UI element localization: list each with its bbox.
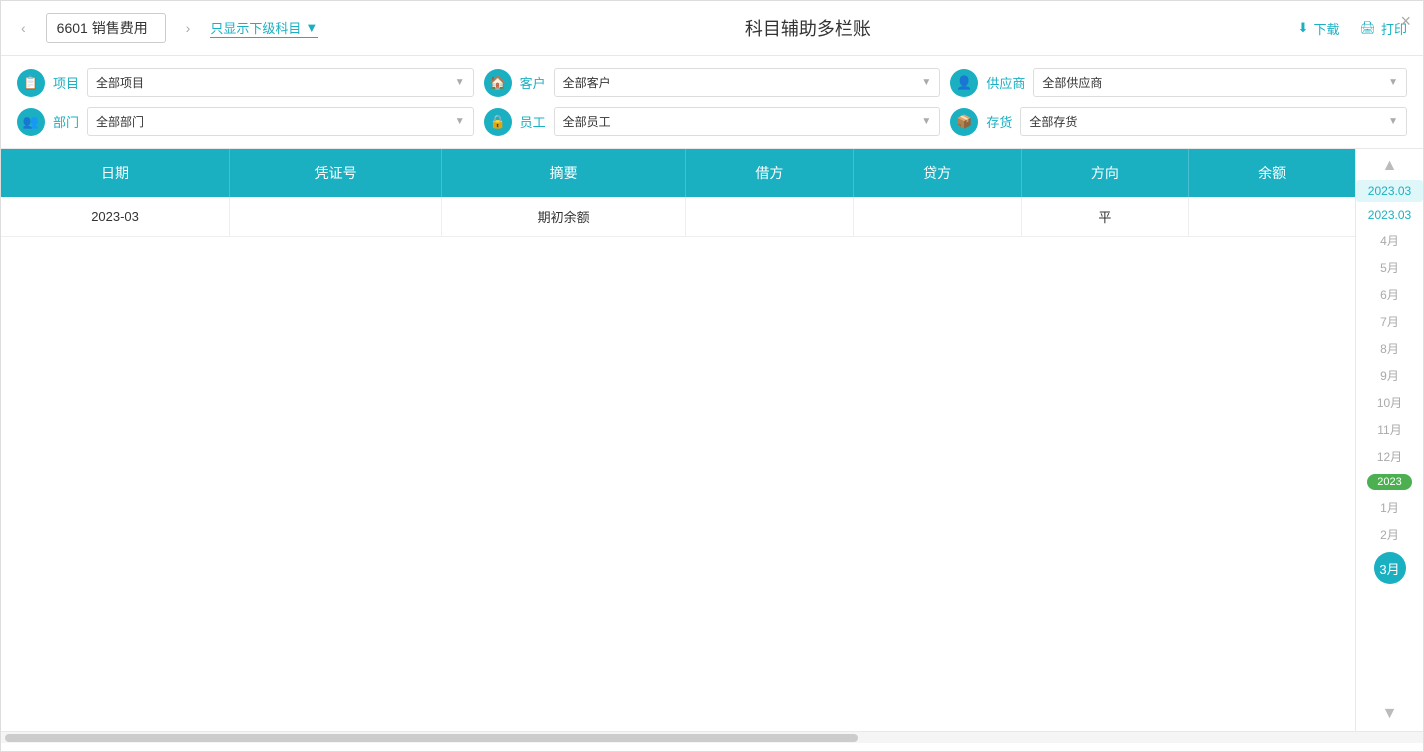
department-icon: 👥 [17, 108, 45, 136]
prev-account-button[interactable]: ‹ [17, 18, 30, 38]
col-summary: 摘要 [442, 149, 686, 197]
customer-arrow: ▼ [921, 77, 931, 88]
show-sub-button[interactable]: 只显示下级科目 ▼ [210, 18, 318, 38]
table-header-row: 日期 凭证号 摘要 借方 贷方 方向 余额 [1, 149, 1355, 197]
timeline-item-period-2[interactable]: 2023.03 [1356, 204, 1423, 226]
project-value: 全部项目 [96, 74, 144, 91]
main-area: 日期 凭证号 摘要 借方 贷方 方向 余额 2023-03 期初余额 [1, 149, 1423, 731]
project-arrow: ▼ [455, 77, 465, 88]
download-icon: ⬇ [1298, 20, 1309, 36]
inventory-icon: 📦 [950, 108, 978, 136]
col-voucher: 凭证号 [230, 149, 442, 197]
cell-voucher [230, 197, 442, 237]
employee-label: 员工 [520, 112, 546, 131]
timeline-item-march-active[interactable]: 3月 [1374, 552, 1406, 584]
table-row: 2023-03 期初余额 平 [1, 197, 1355, 237]
filter-department: 👥 部门 全部部门 ▼ [17, 107, 474, 136]
print-icon: 🖨 [1359, 20, 1376, 36]
employee-icon: 🔒 [484, 108, 512, 136]
download-label: 下载 [1313, 19, 1339, 38]
customer-icon: 🏠 [484, 69, 512, 97]
customer-label: 客户 [520, 73, 546, 92]
department-label: 部门 [53, 112, 79, 131]
filter-customer: 🏠 客户 全部客户 ▼ [484, 68, 941, 97]
supplier-label: 供应商 [986, 73, 1025, 92]
timeline-item-oct[interactable]: 10月 [1356, 389, 1423, 416]
show-sub-label: 只显示下级科目 [210, 18, 301, 37]
col-date: 日期 [1, 149, 230, 197]
employee-value: 全部员工 [563, 113, 611, 130]
col-debit: 借方 [685, 149, 853, 197]
timeline-item-nov[interactable]: 11月 [1356, 416, 1423, 443]
inventory-arrow: ▼ [1388, 116, 1398, 127]
main-window: × ‹ 6601 销售费用 › 只显示下级科目 ▼ 科目辅助多栏账 ⬇ 下载 🖨… [0, 0, 1424, 752]
inventory-label: 存货 [986, 112, 1012, 131]
customer-select[interactable]: 全部客户 ▼ [554, 68, 941, 97]
active-month-label: 3月 [1374, 552, 1406, 584]
header-bar: ‹ 6601 销售费用 › 只显示下级科目 ▼ 科目辅助多栏账 ⬇ 下载 🖨 打… [1, 1, 1423, 56]
timeline-item-sep[interactable]: 9月 [1356, 362, 1423, 389]
project-select[interactable]: 全部项目 ▼ [87, 68, 474, 97]
filter-inventory: 📦 存货 全部存货 ▼ [950, 107, 1407, 136]
data-table: 日期 凭证号 摘要 借方 贷方 方向 余额 2023-03 期初余额 [1, 149, 1355, 237]
timeline-item-aug[interactable]: 8月 [1356, 335, 1423, 362]
cell-balance [1189, 197, 1355, 237]
cell-direction: 平 [1021, 197, 1189, 237]
department-arrow: ▼ [455, 116, 465, 127]
cell-debit [685, 197, 853, 237]
scrollbar-thumb[interactable] [5, 734, 858, 742]
timeline-period-label-2: 2023.03 [1368, 208, 1411, 222]
download-button[interactable]: ⬇ 下载 [1298, 19, 1340, 38]
col-direction: 方向 [1021, 149, 1189, 197]
timeline-period-label-1: 2023.03 [1368, 184, 1411, 198]
filter-employee: 🔒 员工 全部员工 ▼ [484, 107, 941, 136]
col-balance: 余额 [1189, 149, 1355, 197]
department-value: 全部部门 [96, 113, 144, 130]
customer-value: 全部客户 [563, 74, 611, 91]
table-area[interactable]: 日期 凭证号 摘要 借方 贷方 方向 余额 2023-03 期初余额 [1, 149, 1355, 731]
year-badge-label: 2023 [1367, 474, 1411, 490]
next-account-button[interactable]: › [182, 18, 195, 38]
timeline-item-dec[interactable]: 12月 [1356, 443, 1423, 470]
project-label: 项目 [53, 73, 79, 92]
timeline-item-jun[interactable]: 6月 [1356, 281, 1423, 308]
timeline-item-period-1[interactable]: 2023.03 [1356, 180, 1423, 202]
show-sub-arrow: ▼ [305, 20, 318, 35]
supplier-value: 全部供应商 [1042, 74, 1102, 91]
filter-supplier: 👤 供应商 全部供应商 ▼ [950, 68, 1407, 97]
horizontal-scrollbar[interactable] [1, 731, 1423, 743]
filter-area: 📋 项目 全部项目 ▼ 🏠 客户 全部客户 ▼ 👤 供应商 全部供应商 ▼ [1, 56, 1423, 149]
cell-date: 2023-03 [1, 197, 230, 237]
timeline-item-apr[interactable]: 4月 [1356, 227, 1423, 254]
supplier-icon: 👤 [950, 69, 978, 97]
col-credit: 贷方 [853, 149, 1021, 197]
timeline-year-badge[interactable]: 2023 [1367, 474, 1411, 490]
employee-select[interactable]: 全部员工 ▼ [554, 107, 941, 136]
side-timeline: ▲ 2023.03 2023.03 4月 5月 6月 7月 8月 [1355, 149, 1423, 731]
page-title: 科目辅助多栏账 [334, 15, 1281, 41]
close-button[interactable]: × [1400, 11, 1411, 32]
inventory-value: 全部存货 [1029, 113, 1077, 130]
cell-summary: 期初余额 [442, 197, 686, 237]
supplier-arrow: ▼ [1388, 77, 1398, 88]
toolbar-right: ⬇ 下载 🖨 打印 [1298, 19, 1407, 38]
supplier-select[interactable]: 全部供应商 ▼ [1033, 68, 1407, 97]
inventory-select[interactable]: 全部存货 ▼ [1020, 107, 1407, 136]
employee-arrow: ▼ [921, 116, 931, 127]
timeline-item-may[interactable]: 5月 [1356, 254, 1423, 281]
project-icon: 📋 [17, 69, 45, 97]
timeline-item-jan[interactable]: 1月 [1356, 494, 1423, 521]
timeline-item-feb[interactable]: 2月 [1356, 521, 1423, 548]
cell-credit [853, 197, 1021, 237]
filter-project: 📋 项目 全部项目 ▼ [17, 68, 474, 97]
timeline-up-button[interactable]: ▲ [1378, 153, 1402, 179]
timeline-down-button[interactable]: ▼ [1378, 701, 1402, 727]
department-select[interactable]: 全部部门 ▼ [87, 107, 474, 136]
account-code-display[interactable]: 6601 销售费用 [46, 13, 166, 43]
timeline-item-jul[interactable]: 7月 [1356, 308, 1423, 335]
